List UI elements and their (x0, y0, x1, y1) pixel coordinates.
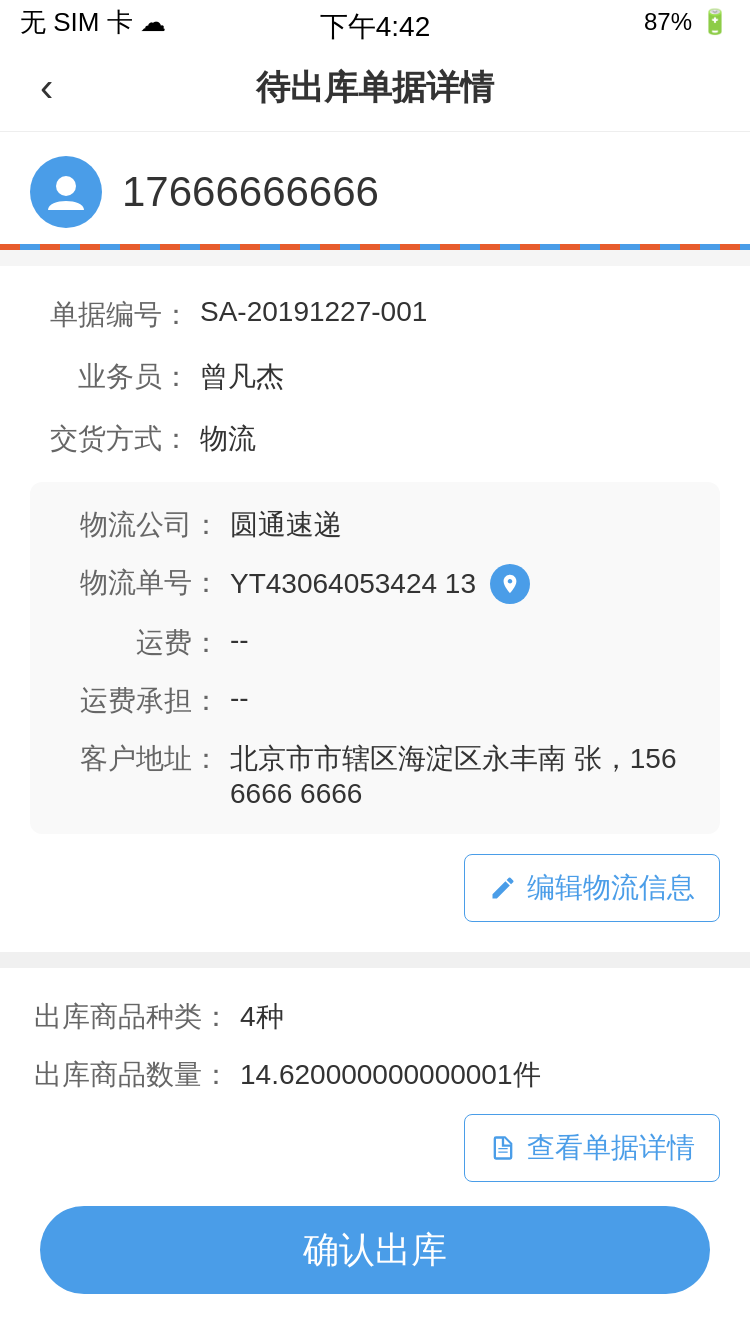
user-section: 17666666666 (0, 132, 750, 244)
status-left: 无 SIM 卡 ☁ (20, 5, 166, 40)
user-avatar (30, 156, 102, 228)
freight-row: 运费： -- (60, 624, 690, 662)
address-row: 客户地址： 北京市市辖区海淀区永丰南 张，156 6666 6666 (60, 740, 690, 810)
logistics-tracking-value: YT43064053424 13 (230, 564, 690, 604)
delivery-method-value: 物流 (200, 420, 720, 458)
edit-logistics-button[interactable]: 编辑物流信息 (464, 854, 720, 922)
view-detail-button[interactable]: 查看单据详情 (464, 1114, 720, 1182)
logistics-tracking-row: 物流单号： YT43064053424 13 (60, 564, 690, 604)
freight-bearer-row: 运费承担： -- (60, 682, 690, 720)
user-phone: 17666666666 (122, 168, 379, 216)
location-icon[interactable] (490, 564, 530, 604)
edit-logistics-container: 编辑物流信息 (30, 854, 720, 922)
battery-icon: 🔋 (700, 8, 730, 36)
logistics-card: 物流公司： 圆通速递 物流单号： YT43064053424 13 运费： --… (30, 482, 720, 834)
freight-value: -- (230, 624, 690, 656)
section-divider (0, 952, 750, 968)
order-no-label: 单据编号： (30, 296, 190, 334)
freight-bearer-value: -- (230, 682, 690, 714)
address-label: 客户地址： (60, 740, 220, 778)
confirm-label: 确认出库 (303, 1226, 447, 1275)
edit-icon (489, 874, 517, 902)
order-no-value: SA-20191227-001 (200, 296, 720, 328)
order-no-row: 单据编号： SA-20191227-001 (30, 296, 720, 334)
goods-quantity-row: 出库商品数量： 14.620000000000001件 (30, 1056, 720, 1094)
battery-indicator: 87% (644, 8, 692, 36)
freight-label: 运费： (60, 624, 220, 662)
logistics-company-value: 圆通速递 (230, 506, 690, 544)
page-title: 待出库单据详情 (256, 65, 494, 111)
goods-type-value: 4种 (240, 998, 284, 1036)
view-detail-container: 查看单据详情 (30, 1114, 720, 1182)
address-value: 北京市市辖区海淀区永丰南 张，156 6666 6666 (230, 740, 690, 810)
delivery-method-label: 交货方式： (30, 420, 190, 458)
dashed-separator (0, 244, 750, 250)
view-detail-label: 查看单据详情 (527, 1129, 695, 1167)
logistics-company-row: 物流公司： 圆通速递 (60, 506, 690, 544)
salesman-row: 业务员： 曾凡杰 (30, 358, 720, 396)
logistics-company-label: 物流公司： (60, 506, 220, 544)
status-right: 87% 🔋 (644, 8, 730, 36)
document-icon (489, 1134, 517, 1162)
person-icon (44, 170, 88, 214)
order-info-section: 单据编号： SA-20191227-001 业务员： 曾凡杰 交货方式： 物流 … (0, 266, 750, 952)
delivery-method-row: 交货方式： 物流 (30, 420, 720, 458)
goods-type-label: 出库商品种类： (30, 998, 230, 1036)
freight-bearer-label: 运费承担： (60, 682, 220, 720)
goods-type-row: 出库商品种类： 4种 (30, 998, 720, 1036)
edit-logistics-label: 编辑物流信息 (527, 869, 695, 907)
bottom-section: 确认出库 (0, 1186, 750, 1334)
confirm-button[interactable]: 确认出库 (40, 1206, 710, 1294)
status-time: 下午4:42 (320, 8, 431, 46)
logistics-tracking-label: 物流单号： (60, 564, 220, 602)
goods-quantity-value: 14.620000000000001件 (240, 1056, 541, 1094)
salesman-label: 业务员： (30, 358, 190, 396)
status-bar: 无 SIM 卡 ☁ 下午4:42 87% 🔋 (0, 0, 750, 44)
back-button[interactable]: ‹ (30, 55, 63, 120)
nav-bar: ‹ 待出库单据详情 (0, 44, 750, 132)
salesman-value: 曾凡杰 (200, 358, 720, 396)
svg-point-0 (56, 176, 76, 196)
goods-section: 出库商品种类： 4种 出库商品数量： 14.620000000000001件 查… (0, 968, 750, 1212)
goods-quantity-label: 出库商品数量： (30, 1056, 230, 1094)
